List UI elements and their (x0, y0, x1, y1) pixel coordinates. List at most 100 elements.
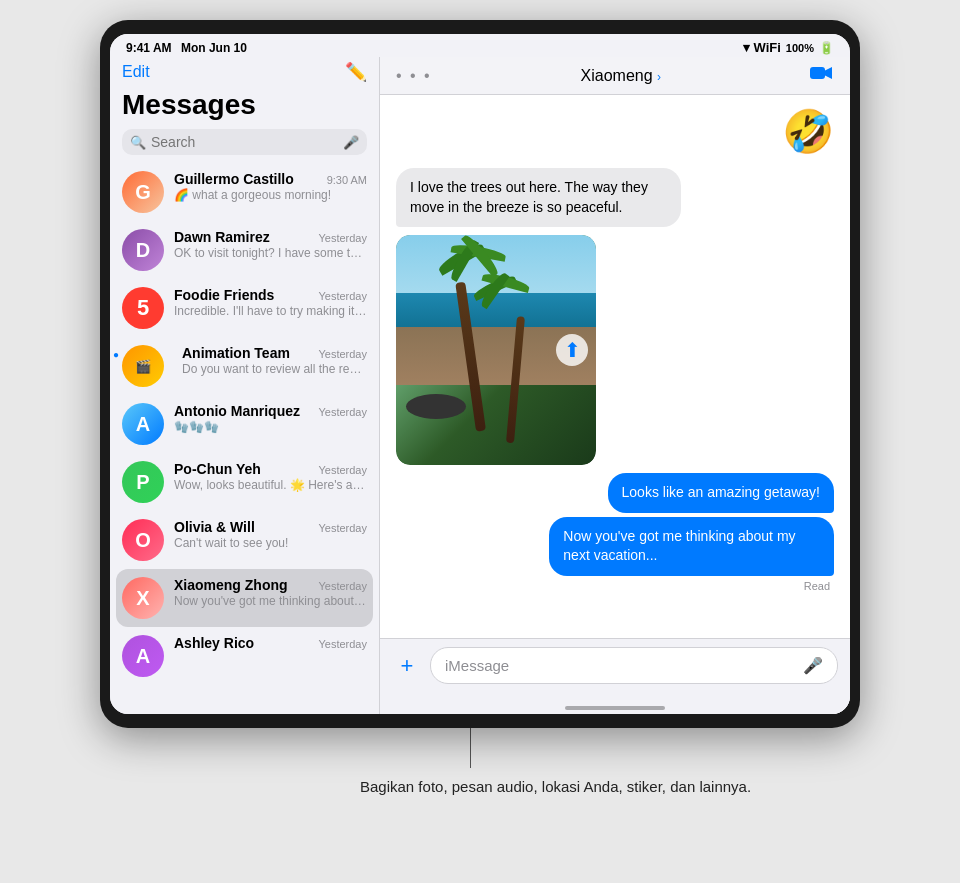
search-mic-icon[interactable]: 🎤 (343, 135, 359, 150)
conv-header: Animation Team Yesterday (174, 345, 367, 361)
chat-contact-name: Xiaomeng › (581, 67, 662, 85)
imessage-input-field[interactable]: iMessage 🎤 (430, 647, 838, 684)
avatar: A (122, 635, 164, 677)
conv-preview: Wow, looks beautiful. 🌟 Here's a photo o… (174, 478, 367, 492)
status-date: Mon Jun 10 (181, 41, 247, 55)
conv-time: Yesterday (318, 290, 367, 302)
conv-name: Foodie Friends (174, 287, 274, 303)
video-call-button[interactable] (810, 65, 834, 86)
emoji-reaction: 🤣 (782, 107, 834, 156)
home-indicator (380, 700, 850, 714)
search-input[interactable] (151, 134, 338, 150)
conv-content: Antonio Manriquez Yesterday 🧤🧤🧤 (174, 403, 367, 434)
search-bar: 🔍 🎤 (122, 129, 367, 155)
list-item[interactable]: A Antonio Manriquez Yesterday 🧤🧤🧤 (110, 395, 379, 453)
avatar: G (122, 171, 164, 213)
dots-menu[interactable]: • • • (396, 67, 432, 85)
svg-rect-0 (810, 67, 825, 79)
status-time: 9:41 AM (126, 41, 172, 55)
conv-time: Yesterday (318, 406, 367, 418)
conv-header: Guillermo Castillo 9:30 AM (174, 171, 367, 187)
conv-header: Antonio Manriquez Yesterday (174, 403, 367, 419)
message-image: ⬆ (396, 235, 596, 465)
list-item[interactable]: O Olivia & Will Yesterday Can't wait to … (110, 511, 379, 569)
conv-name: Antonio Manriquez (174, 403, 300, 419)
conv-preview: Now you've got me thinking about my next… (174, 594, 367, 608)
avatar: 🎬 (122, 345, 164, 387)
conv-content: Ashley Rico Yesterday (174, 635, 367, 652)
conv-name: Olivia & Will (174, 519, 255, 535)
conv-content: Olivia & Will Yesterday Can't wait to se… (174, 519, 367, 550)
conv-preview: 🌈 what a gorgeous morning! (174, 188, 367, 202)
list-item[interactable]: 🎬 Animation Team Yesterday Do you want t… (110, 337, 379, 395)
conv-time: Yesterday (318, 638, 367, 650)
conv-preview: Incredible. I'll have to try making it m… (174, 304, 367, 318)
list-item[interactable]: G Guillermo Castillo 9:30 AM 🌈 what a go… (110, 163, 379, 221)
conv-header: Xiaomeng Zhong Yesterday (174, 577, 367, 593)
conv-content: Guillermo Castillo 9:30 AM 🌈 what a gorg… (174, 171, 367, 202)
conv-content: Animation Team Yesterday Do you want to … (174, 345, 367, 376)
status-bar-left: 9:41 AM Mon Jun 10 (126, 41, 247, 55)
conv-content: Xiaomeng Zhong Yesterday Now you've got … (174, 577, 367, 608)
conv-header: Foodie Friends Yesterday (174, 287, 367, 303)
message-bubble-sent-2: Now you've got me thinking about my next… (549, 517, 834, 576)
chevron-right-icon: › (657, 70, 661, 84)
conv-content: Foodie Friends Yesterday Incredible. I'l… (174, 287, 367, 318)
conv-name: Animation Team (182, 345, 290, 361)
conv-time: Yesterday (318, 522, 367, 534)
list-item[interactable]: D Dawn Ramirez Yesterday OK to visit ton… (110, 221, 379, 279)
conv-name: Ashley Rico (174, 635, 254, 651)
list-item[interactable]: 5 Foodie Friends Yesterday Incredible. I… (110, 279, 379, 337)
message-bubble-received: I love the trees out here. The way they … (396, 168, 681, 227)
conv-header: Po-Chun Yeh Yesterday (174, 461, 367, 477)
ipad-frame: 9:41 AM Mon Jun 10 ▾ WiFi 100% 🔋 Edit ✏️ (100, 20, 860, 728)
sidebar-header: Edit ✏️ (110, 57, 379, 89)
avatar: P (122, 461, 164, 503)
conv-content: Dawn Ramirez Yesterday OK to visit tonig… (174, 229, 367, 260)
chat-title-area[interactable]: Xiaomeng › (581, 67, 662, 85)
messages-title: Messages (110, 89, 379, 129)
conv-time: 9:30 AM (327, 174, 367, 186)
add-attachments-button[interactable]: + (392, 653, 422, 679)
conv-name: Dawn Ramirez (174, 229, 270, 245)
wifi-icon: ▾ WiFi (743, 40, 781, 55)
avatar: D (122, 229, 164, 271)
palm-leaves-2 (472, 277, 532, 312)
sidebar: Edit ✏️ Messages 🔍 🎤 G (110, 57, 380, 714)
conv-time: Yesterday (318, 348, 367, 360)
avatar: A (122, 403, 164, 445)
conv-header: Ashley Rico Yesterday (174, 635, 367, 651)
share-button[interactable]: ⬆ (556, 334, 588, 366)
input-mic-icon[interactable]: 🎤 (803, 656, 823, 675)
imessage-placeholder: iMessage (445, 657, 803, 674)
main-content: Edit ✏️ Messages 🔍 🎤 G (110, 57, 850, 714)
conv-time: Yesterday (318, 580, 367, 592)
chat-panel: • • • Xiaomeng › (380, 57, 850, 714)
conv-header: Olivia & Will Yesterday (174, 519, 367, 535)
chat-input-bar: + iMessage 🎤 (380, 638, 850, 700)
avatar: O (122, 519, 164, 561)
search-icon: 🔍 (130, 135, 146, 150)
conv-time: Yesterday (318, 232, 367, 244)
ipad-screen: 9:41 AM Mon Jun 10 ▾ WiFi 100% 🔋 Edit ✏️ (110, 34, 850, 714)
list-item[interactable]: A Ashley Rico Yesterday (110, 627, 379, 685)
home-bar (565, 706, 665, 710)
conv-name: Xiaomeng Zhong (174, 577, 288, 593)
list-item[interactable]: P Po-Chun Yeh Yesterday Wow, looks beaut… (110, 453, 379, 511)
avatar: 5 (122, 287, 164, 329)
conversation-list: G Guillermo Castillo 9:30 AM 🌈 what a go… (110, 163, 379, 714)
chat-header: • • • Xiaomeng › (380, 57, 850, 95)
compose-button[interactable]: ✏️ (345, 61, 367, 83)
battery-icon: 🔋 (819, 41, 834, 55)
status-bar-right: ▾ WiFi 100% 🔋 (743, 40, 834, 55)
conv-name: Po-Chun Yeh (174, 461, 261, 477)
sent-message-group: Looks like an amazing getaway! Now you'v… (396, 473, 834, 592)
avatar: X (122, 577, 164, 619)
conv-preview: OK to visit tonight? I have some things … (174, 246, 367, 260)
edit-button[interactable]: Edit (122, 63, 150, 81)
annotation-bottom: Bagikan foto, pesan audio, lokasi Anda, … (360, 776, 751, 799)
status-bar: 9:41 AM Mon Jun 10 ▾ WiFi 100% 🔋 (110, 34, 850, 57)
conv-preview: 🧤🧤🧤 (174, 420, 367, 434)
list-item-active[interactable]: X Xiaomeng Zhong Yesterday Now you've go… (116, 569, 373, 627)
conv-name: Guillermo Castillo (174, 171, 294, 187)
